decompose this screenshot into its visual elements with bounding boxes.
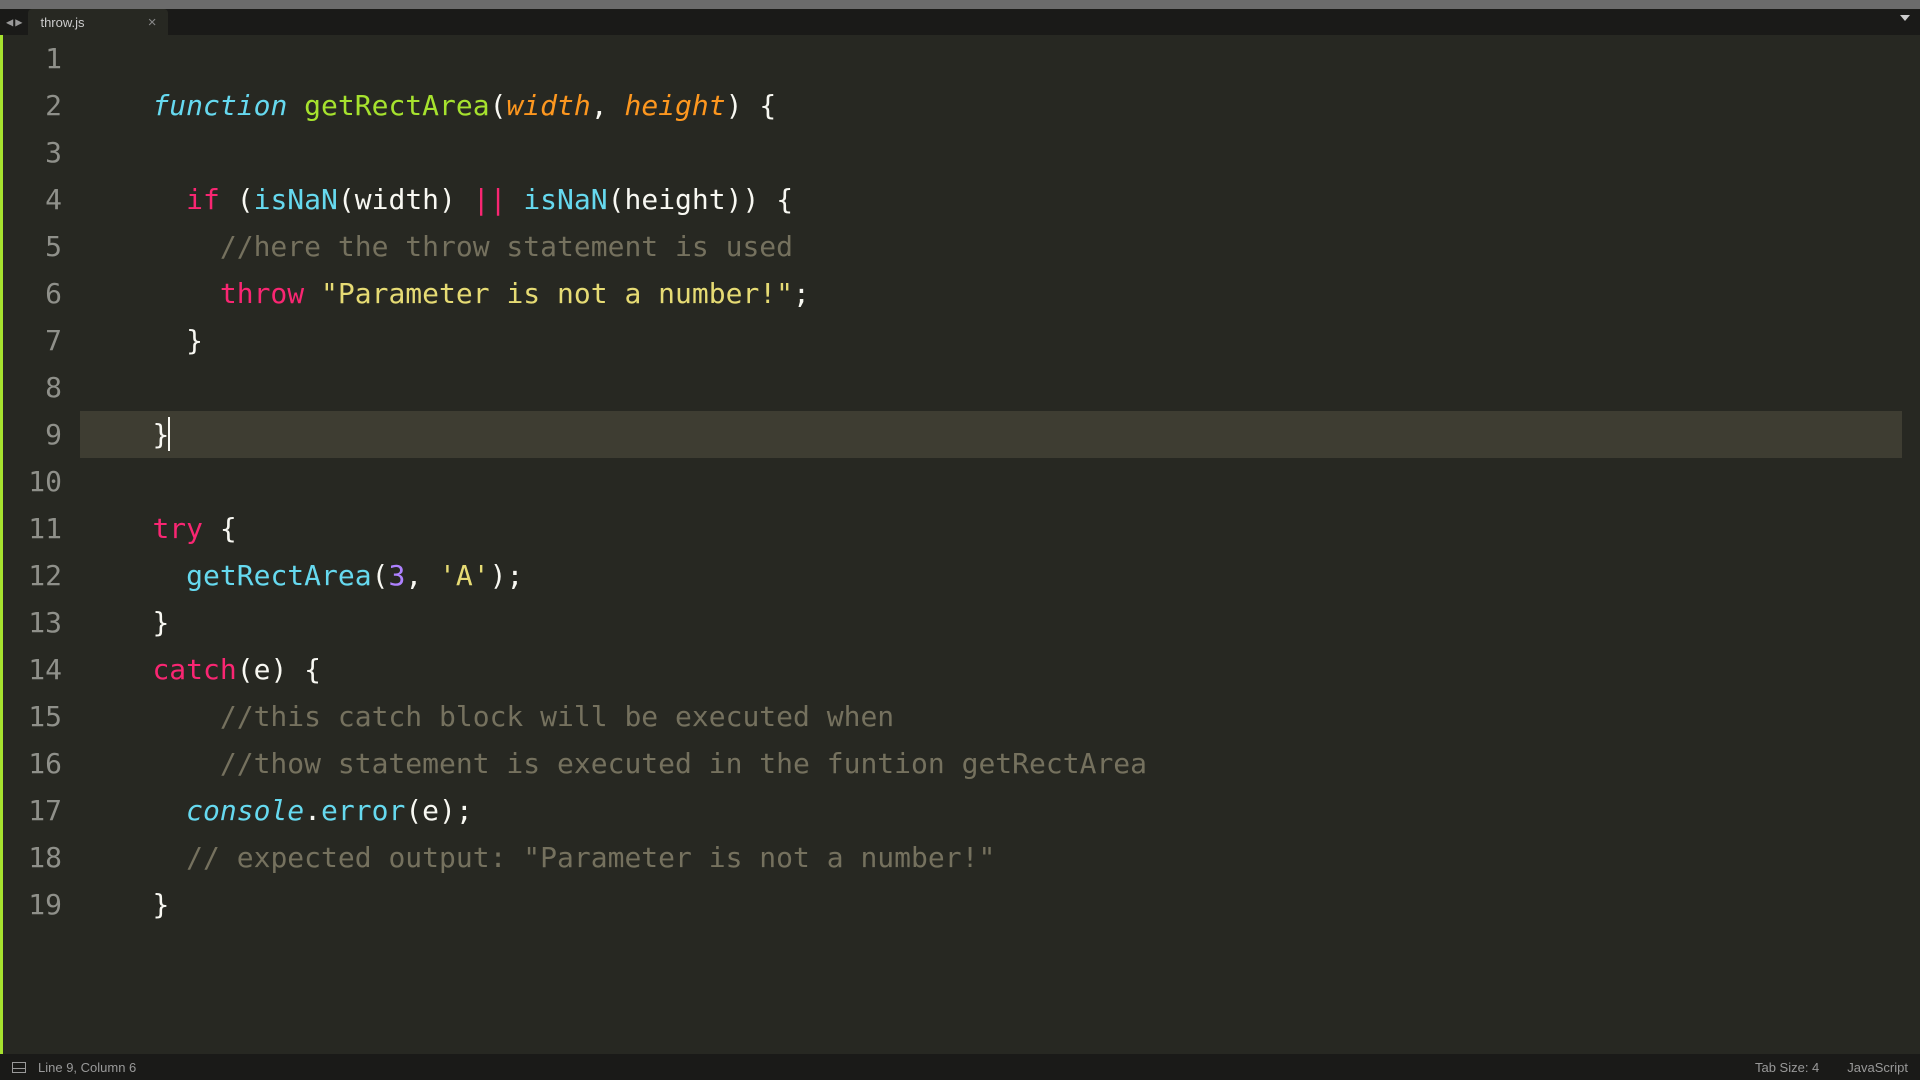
line-number: 19 — [3, 881, 62, 928]
line-number: 11 — [3, 505, 62, 552]
line-number: 7 — [3, 317, 62, 364]
code-area[interactable]: function getRectArea(width, height) { if… — [80, 35, 1902, 1054]
tab-size[interactable]: Tab Size: 4 — [1755, 1060, 1819, 1075]
code-line[interactable] — [80, 129, 1902, 176]
line-number: 16 — [3, 740, 62, 787]
code-line[interactable] — [80, 364, 1902, 411]
line-number: 9 — [3, 411, 62, 458]
line-number: 1 — [3, 35, 62, 82]
code-line[interactable]: //thow statement is executed in the funt… — [80, 740, 1902, 787]
code-line[interactable]: } — [80, 881, 1902, 928]
minimap[interactable] — [1902, 35, 1920, 1054]
line-number: 10 — [3, 458, 62, 505]
line-number: 12 — [3, 552, 62, 599]
code-line[interactable]: try { — [80, 505, 1902, 552]
nav-arrows: ◀ ▶ — [0, 9, 28, 35]
line-number: 4 — [3, 176, 62, 223]
line-number: 17 — [3, 787, 62, 834]
line-number: 8 — [3, 364, 62, 411]
line-number: 2 — [3, 82, 62, 129]
tab-label: throw.js — [40, 15, 84, 30]
code-line[interactable]: } — [80, 599, 1902, 646]
code-line[interactable] — [80, 35, 1902, 82]
code-line[interactable]: console.error(e); — [80, 787, 1902, 834]
line-number: 14 — [3, 646, 62, 693]
text-cursor — [168, 417, 170, 451]
line-number: 18 — [3, 834, 62, 881]
code-line[interactable]: } — [80, 317, 1902, 364]
code-line[interactable]: } — [80, 411, 1902, 458]
nav-back-icon[interactable]: ◀ — [6, 15, 13, 29]
language-mode[interactable]: JavaScript — [1847, 1060, 1908, 1075]
line-number: 6 — [3, 270, 62, 317]
code-line[interactable]: throw "Parameter is not a number!"; — [80, 270, 1902, 317]
line-number: 15 — [3, 693, 62, 740]
nav-forward-icon[interactable]: ▶ — [15, 15, 22, 29]
tab-throw-js[interactable]: throw.js × — [28, 9, 168, 35]
chevron-down-icon[interactable] — [1900, 15, 1910, 21]
cursor-position[interactable]: Line 9, Column 6 — [38, 1060, 136, 1075]
line-gutter: 1 2 3 4 5 6 7 8 9 10 11 12 13 14 15 16 1… — [3, 35, 80, 1054]
code-line[interactable]: //here the throw statement is used — [80, 223, 1902, 270]
code-line[interactable]: function getRectArea(width, height) { — [80, 82, 1902, 129]
line-number: 13 — [3, 599, 62, 646]
panel-toggle-icon[interactable] — [12, 1062, 26, 1073]
code-line[interactable]: // expected output: "Parameter is not a … — [80, 834, 1902, 881]
code-line[interactable]: if (isNaN(width) || isNaN(height)) { — [80, 176, 1902, 223]
editor[interactable]: 1 2 3 4 5 6 7 8 9 10 11 12 13 14 15 16 1… — [0, 35, 1920, 1054]
line-number: 3 — [3, 129, 62, 176]
code-line[interactable] — [80, 458, 1902, 505]
code-line[interactable]: getRectArea(3, 'A'); — [80, 552, 1902, 599]
status-bar: Line 9, Column 6 Tab Size: 4 JavaScript — [0, 1054, 1920, 1080]
window-titlebar — [0, 0, 1920, 9]
line-number: 5 — [3, 223, 62, 270]
code-line[interactable]: //this catch block will be executed when — [80, 693, 1902, 740]
close-icon[interactable]: × — [148, 14, 157, 31]
tab-bar: ◀ ▶ throw.js × — [0, 9, 1920, 35]
code-line[interactable]: catch(e) { — [80, 646, 1902, 693]
